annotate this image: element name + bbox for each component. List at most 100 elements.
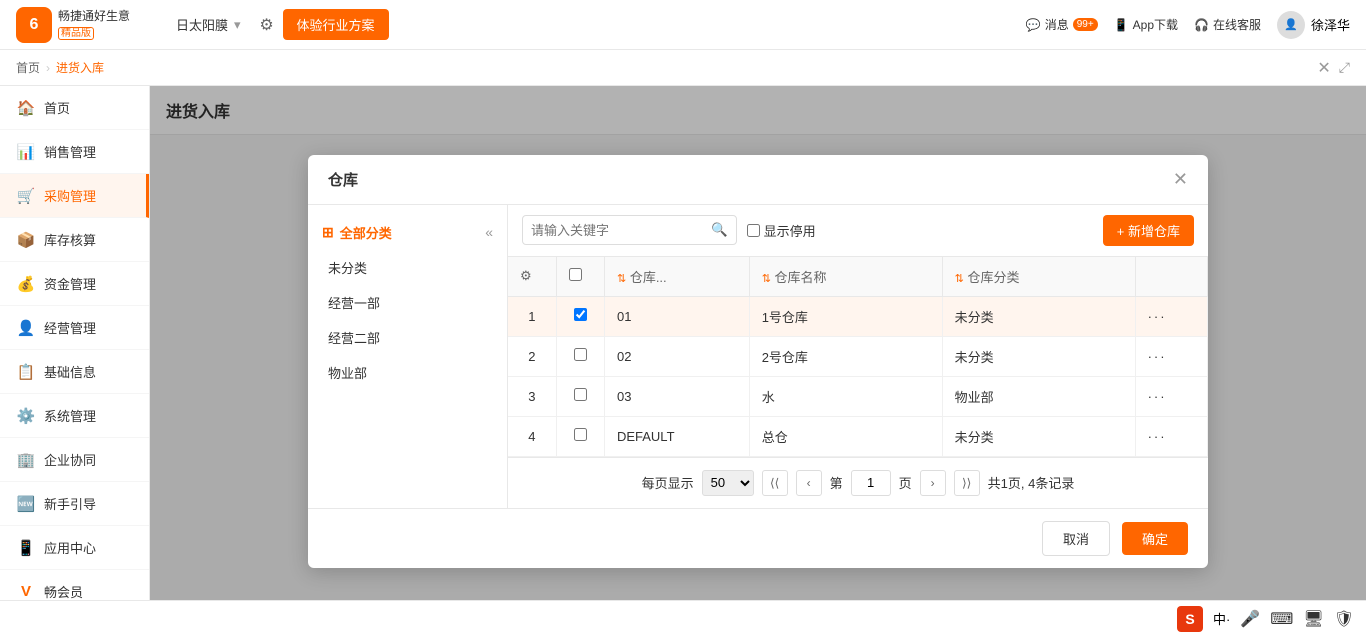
row-num: 4 bbox=[508, 416, 556, 456]
row-actions[interactable]: ··· bbox=[1135, 296, 1207, 336]
main-content: 进货入库 仓库 ✕ ⊞ 全部分类 bbox=[150, 86, 1366, 636]
top-header: 6 畅捷通好生意 精品版 日太阳膜 ▾ ⚙ 体验行业方案 💬 消息 99+ 📱 … bbox=[0, 0, 1366, 50]
header-right: 💬 消息 99+ 📱 App下载 🎧 在线客服 👤 徐泽华 bbox=[1026, 11, 1350, 39]
last-page-button[interactable]: ⟩⟩ bbox=[954, 470, 980, 496]
breadcrumb-home[interactable]: 首页 bbox=[16, 59, 40, 76]
row-name: 1号仓库 bbox=[749, 296, 942, 336]
row-checkbox[interactable] bbox=[574, 308, 587, 321]
row-checkbox[interactable] bbox=[574, 348, 587, 361]
table-row[interactable]: 2 02 2号仓库 未分类 ··· bbox=[508, 336, 1208, 376]
col-name: ⇅ 仓库名称 bbox=[749, 257, 942, 297]
settings-button[interactable]: ⚙ bbox=[251, 9, 283, 41]
row-checkbox[interactable] bbox=[574, 388, 587, 401]
all-categories-button[interactable]: ⊞ 全部分类 bbox=[322, 223, 392, 242]
keyboard-icon[interactable]: ⌨ bbox=[1270, 609, 1293, 629]
category-item-property[interactable]: 物业部 bbox=[308, 355, 507, 390]
base-info-icon: 📋 bbox=[16, 363, 36, 381]
table-panel: 🔍 显示停用 + 新增仓库 bbox=[508, 205, 1208, 508]
category-item-ops1[interactable]: 经营一部 bbox=[308, 285, 507, 320]
dialog-header: 仓库 ✕ bbox=[308, 155, 1208, 205]
store-selector[interactable]: 日太阳膜 ▾ bbox=[166, 11, 251, 38]
table-toolbar: 🔍 显示停用 + 新增仓库 bbox=[508, 205, 1208, 257]
warehouse-table: ⚙ ⇅ 仓库... bbox=[508, 257, 1208, 457]
monitor-icon[interactable]: 🖥 bbox=[1303, 609, 1323, 629]
tab-close-button[interactable]: ✕ bbox=[1317, 58, 1330, 78]
table-row[interactable]: 3 03 水 物业部 ··· bbox=[508, 376, 1208, 416]
operations-icon: 👤 bbox=[16, 319, 36, 337]
row-checkbox-cell bbox=[556, 376, 604, 416]
show-disabled-label: 显示停用 bbox=[747, 221, 816, 240]
gear-col-icon[interactable]: ⚙ bbox=[520, 268, 532, 283]
sidebar-item-system[interactable]: ⚙️ 系统管理 bbox=[0, 394, 149, 438]
sidebar-item-home[interactable]: 🏠 首页 bbox=[0, 86, 149, 130]
add-warehouse-button[interactable]: + 新增仓库 bbox=[1103, 215, 1194, 246]
logo-text: 畅捷通好生意 精品版 bbox=[58, 9, 130, 40]
trial-button[interactable]: 体验行业方案 bbox=[283, 9, 389, 40]
sales-icon: 📊 bbox=[16, 143, 36, 161]
bottom-bar: S 中· 🎤 ⌨ 🖥 🛡 bbox=[0, 600, 1366, 636]
finance-icon: 💰 bbox=[16, 275, 36, 293]
row-code: 03 bbox=[604, 376, 749, 416]
inventory-icon: 📦 bbox=[16, 231, 36, 249]
app-download-button[interactable]: 📱 App下载 bbox=[1114, 16, 1178, 33]
show-disabled-checkbox[interactable] bbox=[747, 224, 760, 237]
collapse-panel-button[interactable]: « bbox=[485, 224, 493, 240]
row-actions[interactable]: ··· bbox=[1135, 336, 1207, 376]
col-action bbox=[1135, 257, 1207, 297]
col-code: ⇅ 仓库... bbox=[604, 257, 749, 297]
dialog-close-button[interactable]: ✕ bbox=[1173, 170, 1188, 188]
sidebar-item-finance[interactable]: 💰 资金管理 bbox=[0, 262, 149, 306]
category-item-unclassified[interactable]: 未分类 bbox=[308, 250, 507, 285]
online-service-button[interactable]: 🎧 在线客服 bbox=[1194, 16, 1261, 33]
dialog-body: ⊞ 全部分类 « 未分类 经营一部 经营二部 物业部 bbox=[308, 205, 1208, 508]
phone-icon: 📱 bbox=[1114, 18, 1129, 32]
guide-icon: 🆕 bbox=[16, 495, 36, 513]
message-icon: 💬 bbox=[1026, 18, 1041, 32]
search-input[interactable] bbox=[523, 223, 703, 238]
confirm-button[interactable]: 确定 bbox=[1122, 522, 1188, 555]
row-actions[interactable]: ··· bbox=[1135, 416, 1207, 456]
next-page-button[interactable]: › bbox=[920, 470, 946, 496]
shield-icon[interactable]: 🛡 bbox=[1334, 609, 1354, 629]
col-gear: ⚙ bbox=[508, 257, 556, 297]
select-all-checkbox[interactable] bbox=[569, 268, 582, 281]
expand-button[interactable]: ⤢ bbox=[1339, 59, 1350, 76]
cancel-button[interactable]: 取消 bbox=[1042, 521, 1110, 556]
dialog-footer: 取消 确定 bbox=[308, 508, 1208, 568]
sidebar-item-enterprise[interactable]: 🏢 企业协同 bbox=[0, 438, 149, 482]
first-page-button[interactable]: ⟨⟨ bbox=[762, 470, 788, 496]
row-name: 总仓 bbox=[749, 416, 942, 456]
logo-area: 6 畅捷通好生意 精品版 bbox=[16, 7, 166, 43]
vip-icon: V bbox=[16, 583, 36, 600]
row-code: 01 bbox=[604, 296, 749, 336]
page-number-input[interactable] bbox=[851, 470, 891, 496]
row-checkbox-cell bbox=[556, 416, 604, 456]
search-button[interactable]: 🔍 bbox=[703, 222, 736, 238]
sidebar-item-inventory[interactable]: 📦 库存核算 bbox=[0, 218, 149, 262]
table-row[interactable]: 1 01 1号仓库 未分类 ··· bbox=[508, 296, 1208, 336]
row-code: DEFAULT bbox=[604, 416, 749, 456]
mic-icon[interactable]: 🎤 bbox=[1240, 609, 1260, 629]
input-method-text: 中· bbox=[1213, 609, 1230, 628]
category-item-ops2[interactable]: 经营二部 bbox=[308, 320, 507, 355]
sidebar-item-guide[interactable]: 🆕 新手引导 bbox=[0, 482, 149, 526]
per-page-select[interactable]: 50 20 100 bbox=[702, 470, 754, 496]
sidebar: 🏠 首页 📊 销售管理 🛒 采购管理 📦 库存核算 💰 资金管理 👤 经营管理 … bbox=[0, 86, 150, 636]
sidebar-item-sales[interactable]: 📊 销售管理 bbox=[0, 130, 149, 174]
sidebar-item-operations[interactable]: 👤 经营管理 bbox=[0, 306, 149, 350]
prev-page-button[interactable]: ‹ bbox=[796, 470, 822, 496]
row-checkbox[interactable] bbox=[574, 428, 587, 441]
messages-button[interactable]: 💬 消息 99+ bbox=[1026, 16, 1098, 33]
main-layout: 🏠 首页 📊 销售管理 🛒 采购管理 📦 库存核算 💰 资金管理 👤 经营管理 … bbox=[0, 86, 1366, 636]
avatar: 👤 bbox=[1277, 11, 1305, 39]
sidebar-item-apps[interactable]: 📱 应用中心 bbox=[0, 526, 149, 570]
sidebar-item-purchase[interactable]: 🛒 采购管理 bbox=[0, 174, 149, 218]
row-num: 2 bbox=[508, 336, 556, 376]
row-actions[interactable]: ··· bbox=[1135, 376, 1207, 416]
home-icon: 🏠 bbox=[16, 99, 36, 117]
table-row[interactable]: 4 DEFAULT 总仓 未分类 ··· bbox=[508, 416, 1208, 456]
col-category: ⇅ 仓库分类 bbox=[942, 257, 1135, 297]
row-category: 物业部 bbox=[942, 376, 1135, 416]
sidebar-item-base-info[interactable]: 📋 基础信息 bbox=[0, 350, 149, 394]
user-menu[interactable]: 👤 徐泽华 bbox=[1277, 11, 1350, 39]
